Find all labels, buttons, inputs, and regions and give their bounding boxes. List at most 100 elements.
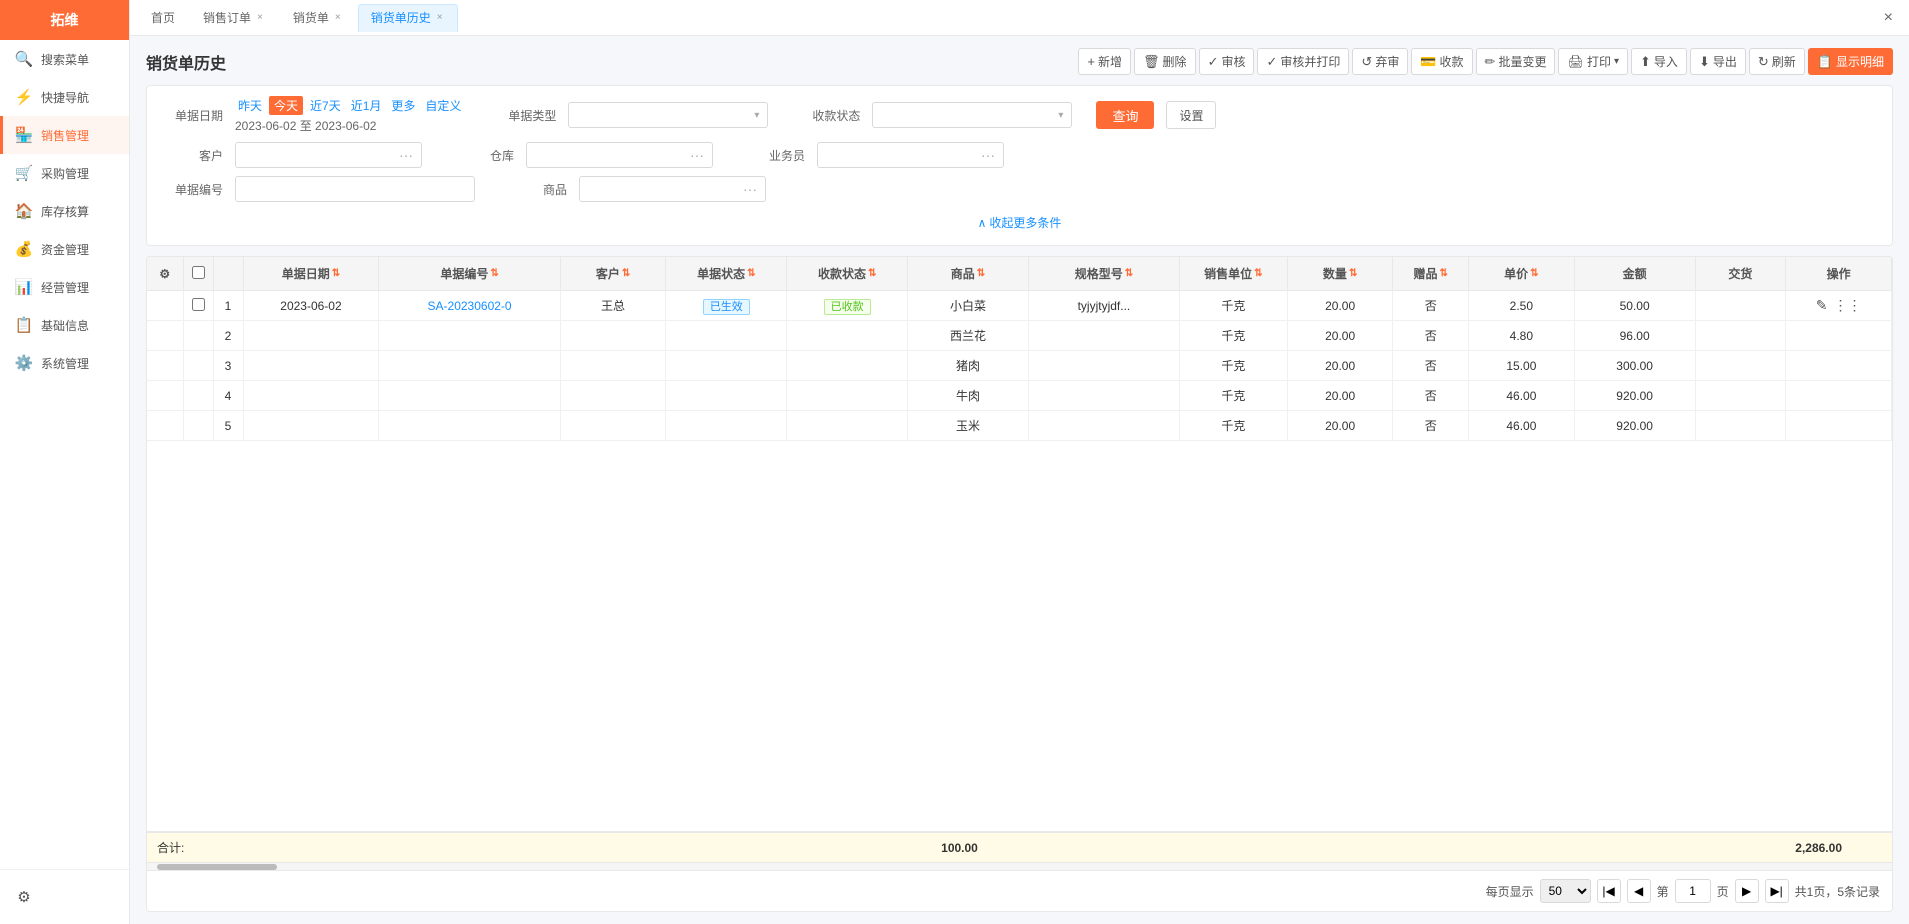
td-goods: 小白菜 xyxy=(908,291,1029,321)
table-row: 12023-06-02SA-20230602-0王总已生效已收款小白菜tyjyj… xyxy=(147,291,1892,321)
th-gift[interactable]: 赠品 ⇅ xyxy=(1393,257,1469,291)
th-doc-status[interactable]: 单据状态 ⇅ xyxy=(666,257,787,291)
td-actions xyxy=(1786,351,1892,381)
approve-print-button[interactable]: ✓ 审核并打印 xyxy=(1257,48,1349,75)
show-details-button[interactable]: 📋 显示明细 xyxy=(1808,48,1893,75)
tab-sales-order-close[interactable]: × xyxy=(255,12,265,23)
filter-setting-button[interactable]: 设置 xyxy=(1166,101,1216,129)
delete-button[interactable]: 🗑 删除 xyxy=(1134,48,1196,75)
batch-change-button-label: 批量变更 xyxy=(1498,53,1546,70)
td-actions xyxy=(1786,321,1892,351)
td-customer: 王总 xyxy=(560,291,666,321)
th-price[interactable]: 单价 ⇅ xyxy=(1469,257,1575,291)
last-page-button[interactable]: ▶| xyxy=(1765,879,1789,903)
import-button[interactable]: ⬆ 导入 xyxy=(1631,48,1687,75)
prev-page-button[interactable]: ◀ xyxy=(1627,879,1651,903)
batch-change-button[interactable]: ✏ 批量变更 xyxy=(1476,48,1556,75)
th-customer[interactable]: 客户 ⇅ xyxy=(560,257,666,291)
basic-info-icon: 📋 xyxy=(15,316,33,334)
sidebar-item-system[interactable]: ⚙️ 系统管理 xyxy=(0,344,129,382)
doc-number-input[interactable] xyxy=(235,176,475,202)
query-button[interactable]: 查询 xyxy=(1096,101,1154,129)
salesperson-field[interactable] xyxy=(826,148,981,162)
sidebar-item-search[interactable]: 🔍 搜索菜单 xyxy=(0,40,129,78)
current-page-input[interactable] xyxy=(1675,879,1711,903)
customer-field[interactable] xyxy=(244,148,399,162)
sidebar-item-purchase[interactable]: 🛒 采购管理 xyxy=(0,154,129,192)
sidebar-settings[interactable]: ⚙ xyxy=(0,878,129,916)
finance-icon: 💰 xyxy=(15,240,33,258)
tab-sales-delivery-history-close[interactable]: × xyxy=(435,12,445,23)
print-button[interactable]: 🖨 打印 ▾ xyxy=(1558,48,1628,75)
horizontal-scrollbar[interactable] xyxy=(147,862,1892,870)
payment-status-select[interactable]: ▾ xyxy=(872,102,1072,128)
customer-input[interactable]: ··· xyxy=(235,142,422,168)
approve-button[interactable]: ✓ 审核 xyxy=(1199,48,1255,75)
td-doc-status xyxy=(666,321,787,351)
select-all-checkbox[interactable] xyxy=(192,266,205,279)
refresh-button[interactable]: ↻ 刷新 xyxy=(1749,48,1805,75)
sidebar-item-operations[interactable]: 📊 经营管理 xyxy=(0,268,129,306)
tab-sales-delivery[interactable]: 销货单 × xyxy=(280,4,356,32)
th-qty[interactable]: 数量 ⇅ xyxy=(1287,257,1393,291)
th-payment-status-label: 收款状态 xyxy=(818,265,866,282)
th-gift-label: 赠品 xyxy=(1414,265,1438,282)
th-number[interactable]: 单据编号 ⇅ xyxy=(379,257,560,291)
tab-sales-delivery-close[interactable]: × xyxy=(333,12,343,23)
goods-input[interactable]: ··· xyxy=(579,176,766,202)
td-seq: 2 xyxy=(213,321,243,351)
th-spec[interactable]: 规格型号 ⇅ xyxy=(1028,257,1179,291)
receive-icon: 💳 xyxy=(1420,54,1436,70)
salesperson-input[interactable]: ··· xyxy=(817,142,1004,168)
receive-button[interactable]: 💳 收款 xyxy=(1411,48,1472,75)
column-settings-icon[interactable]: ⚙ xyxy=(159,267,170,281)
sidebar-item-basic-info[interactable]: 📋 基础信息 xyxy=(0,306,129,344)
tab-sales-delivery-history[interactable]: 销货单历史 × xyxy=(358,4,458,32)
td-goods: 猪肉 xyxy=(908,351,1029,381)
payment-status-arrow: ▾ xyxy=(1058,110,1063,121)
page-size-select[interactable]: 50 10 20 100 xyxy=(1540,879,1591,903)
goods-ellipsis[interactable]: ··· xyxy=(743,181,757,197)
customer-sort-icon: ⇅ xyxy=(622,268,630,279)
sidebar-item-finance[interactable]: 💰 资金管理 xyxy=(0,230,129,268)
doc-type-select[interactable]: ▾ xyxy=(568,102,768,128)
more-icon[interactable]: ⋮⋮ xyxy=(1833,297,1861,314)
goods-field[interactable] xyxy=(588,182,743,196)
details-icon: 📋 xyxy=(1817,54,1833,70)
th-settings[interactable]: ⚙ xyxy=(147,257,183,291)
new-button[interactable]: + 新增 xyxy=(1078,48,1131,75)
th-unit[interactable]: 销售单位 ⇅ xyxy=(1179,257,1287,291)
warehouse-field[interactable] xyxy=(535,148,690,162)
th-goods[interactable]: 商品 ⇅ xyxy=(908,257,1029,291)
date-shortcut-1month[interactable]: 近1月 xyxy=(348,96,385,115)
warehouse-input[interactable]: ··· xyxy=(526,142,713,168)
sidebar-item-quicknav[interactable]: ⚡ 快捷导航 xyxy=(0,78,129,116)
tab-home[interactable]: 首页 xyxy=(138,4,188,32)
sidebar-item-sales[interactable]: 🏪 销售管理 xyxy=(0,116,129,154)
row-checkbox[interactable] xyxy=(192,298,205,311)
edit-icon[interactable]: ✎ xyxy=(1816,297,1828,314)
tab-home-label: 首页 xyxy=(151,9,175,26)
th-payment-status[interactable]: 收款状态 ⇅ xyxy=(787,257,908,291)
collapse-filter-button[interactable]: ∧ 收起更多条件 xyxy=(163,210,1876,235)
discard-button[interactable]: ↺ 弃审 xyxy=(1352,48,1408,75)
tab-sales-order[interactable]: 销售订单 × xyxy=(190,4,278,32)
th-date[interactable]: 单据日期 ⇅ xyxy=(243,257,379,291)
doc-number-link[interactable]: SA-20230602-0 xyxy=(428,299,512,313)
customer-ellipsis[interactable]: ··· xyxy=(399,147,413,163)
export-button[interactable]: ⬇ 导出 xyxy=(1690,48,1746,75)
date-shortcut-7days[interactable]: 近7天 xyxy=(307,96,344,115)
date-shortcut-yesterday[interactable]: 昨天 xyxy=(235,96,265,115)
table-scroll-area[interactable]: ⚙ 单据日期 ⇅ xyxy=(147,257,1892,831)
next-page-button[interactable]: ▶ xyxy=(1735,879,1759,903)
date-shortcut-more[interactable]: 更多 xyxy=(388,96,418,115)
date-shortcut-custom[interactable]: 自定义 xyxy=(422,96,464,115)
sidebar-item-inventory[interactable]: 🏠 库存核算 xyxy=(0,192,129,230)
sidebar-label-basic-info: 基础信息 xyxy=(41,317,89,334)
page-label-pre: 第 xyxy=(1657,883,1669,900)
salesperson-ellipsis[interactable]: ··· xyxy=(981,147,995,163)
date-shortcut-today[interactable]: 今天 xyxy=(269,96,303,115)
close-all-tabs-button[interactable]: × xyxy=(1876,5,1901,31)
warehouse-ellipsis[interactable]: ··· xyxy=(690,147,704,163)
first-page-button[interactable]: |◀ xyxy=(1597,879,1621,903)
